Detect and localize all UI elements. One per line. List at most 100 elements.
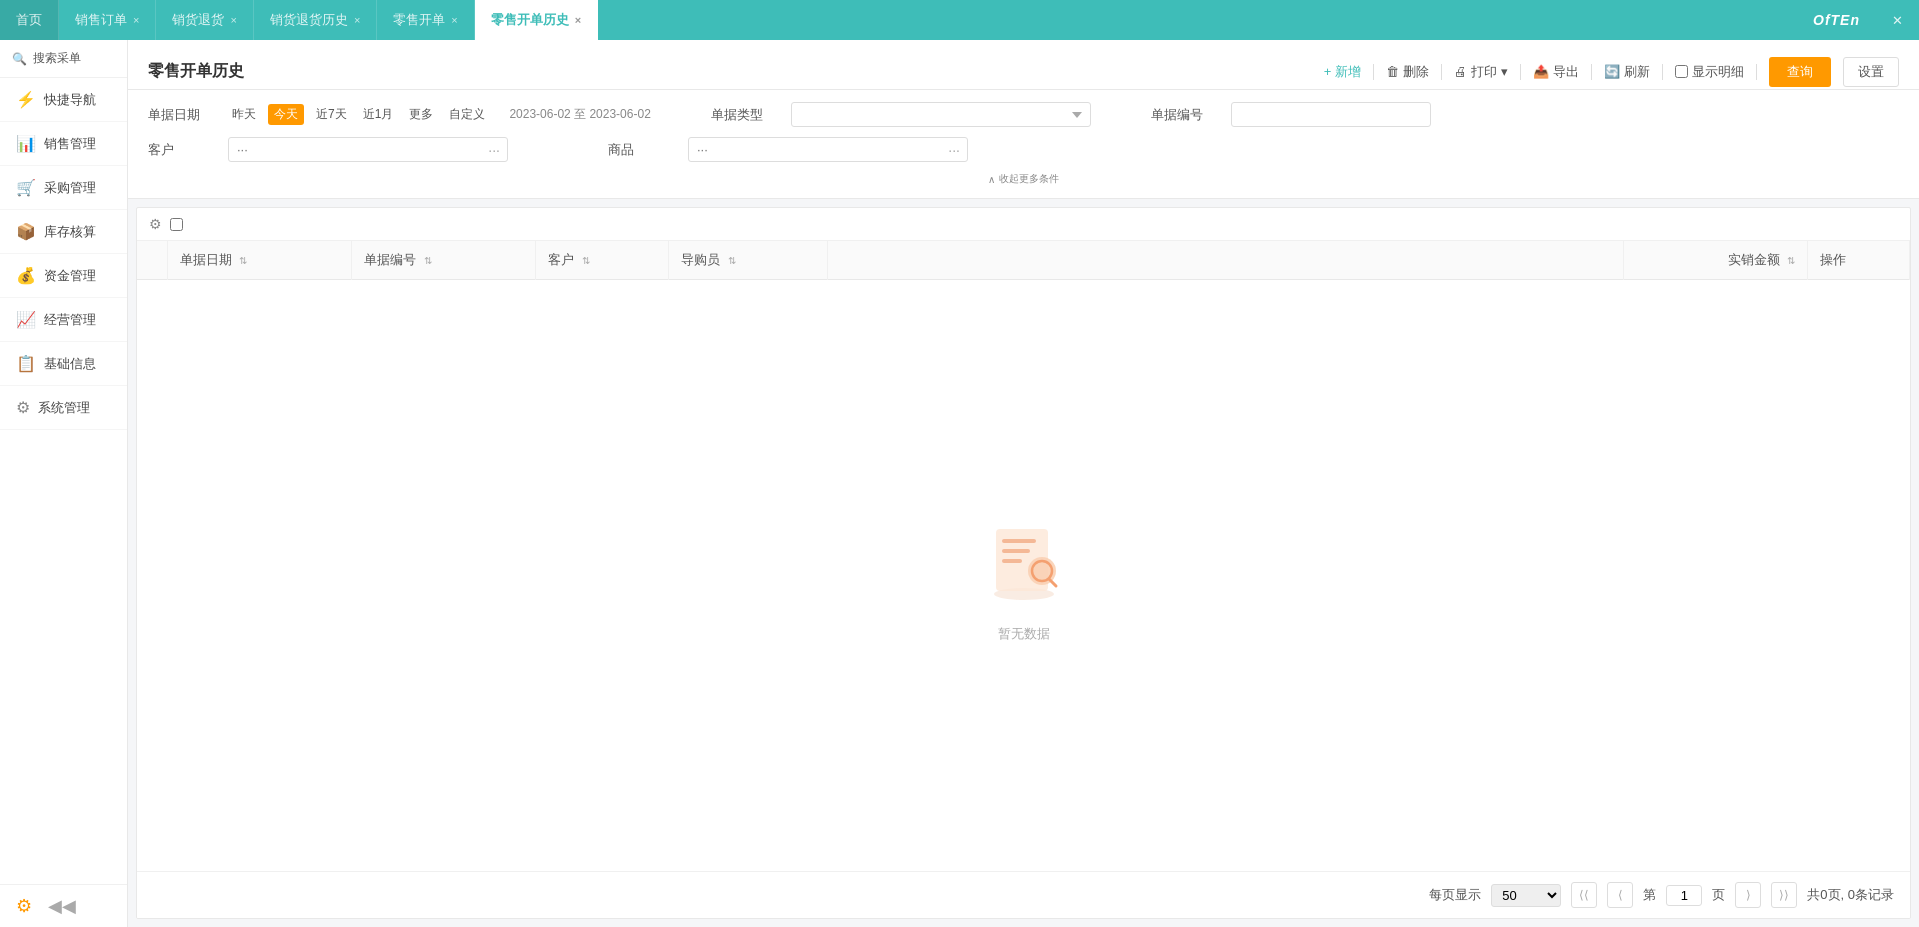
tab-list: 首页 销售订单 × 销货退货 × 销货退货历史 × 零售开单 × 零售开单历史 … (0, 0, 1797, 40)
sidebar-collapse-icon[interactable]: ◀◀ (48, 895, 76, 917)
sales-mgmt-icon: 📊 (16, 134, 36, 153)
sidebar-item-sales-mgmt[interactable]: 📊 销售管理 (0, 122, 127, 166)
th-amount-sort-icon[interactable]: ⇅ (1787, 255, 1795, 266)
th-date-sort-icon[interactable]: ⇅ (239, 255, 247, 266)
doc-type-label: 单据类型 (711, 106, 771, 124)
close-sales-return-history-icon[interactable]: × (354, 14, 360, 26)
search-icon: 🔍 (12, 52, 27, 66)
top-bar: 首页 销售订单 × 销货退货 × 销货退货历史 × 零售开单 × 零售开单历史 … (0, 0, 1919, 40)
date-opt-more[interactable]: 更多 (405, 105, 437, 124)
th-action: 操作 (1808, 241, 1910, 280)
th-customer[interactable]: 客户 ⇅ (536, 241, 669, 280)
pagination-bar: 每页显示 50 100 200 ⟨⟨ ⟨ 第 页 ⟩ ⟩⟩ 共0页, 0条记录 (137, 871, 1910, 918)
refresh-label: 刷新 (1624, 63, 1650, 81)
next-page-button[interactable]: ⟩ (1735, 882, 1761, 908)
th-salesperson[interactable]: 导购员 ⇅ (669, 241, 828, 280)
close-sales-return-icon[interactable]: × (230, 14, 236, 26)
query-button[interactable]: 查询 (1769, 57, 1831, 87)
doc-type-select[interactable] (791, 102, 1091, 127)
table-settings-icon[interactable]: ⚙ (149, 216, 162, 232)
tab-sales-order[interactable]: 销售订单 × (59, 0, 156, 40)
purchase-mgmt-icon: 🛒 (16, 178, 36, 197)
page-actions: + 新增 🗑 删除 🖨 打印 ▾ 📤 导出 (1324, 57, 1899, 87)
sidebar-item-basic-info[interactable]: 📋 基础信息 (0, 342, 127, 386)
date-options: 昨天 今天 近7天 近1月 更多 自定义 (228, 104, 489, 125)
sidebar-item-inventory[interactable]: 📦 库存核算 (0, 210, 127, 254)
page-size-label: 每页显示 (1429, 886, 1481, 904)
page-word: 第 (1643, 886, 1656, 904)
tab-retail-open-history-label: 零售开单历史 (491, 11, 569, 29)
sidebar-item-quick-nav-label: 快捷导航 (44, 91, 96, 109)
last-page-button[interactable]: ⟩⟩ (1771, 882, 1797, 908)
filter-settings-button[interactable]: 设置 (1843, 57, 1899, 87)
customer-input[interactable] (228, 137, 508, 162)
divider-2 (1441, 64, 1442, 80)
delete-button[interactable]: 🗑 删除 (1386, 63, 1429, 81)
main-layout: 🔍 搜索采单 ⚡ 快捷导航 📊 销售管理 🛒 采购管理 📦 库存核算 💰 资金管… (0, 40, 1919, 927)
th-salesperson-sort-icon[interactable]: ⇅ (728, 255, 736, 266)
tab-home[interactable]: 首页 (0, 0, 59, 40)
divider-4 (1591, 64, 1592, 80)
table-header-row: 单据日期 ⇅ 单据编号 ⇅ 客户 ⇅ 导购员 ⇅ (137, 241, 1910, 280)
date-opt-today[interactable]: 今天 (268, 104, 304, 125)
sidebar-footer: ⚙ ◀◀ (0, 884, 127, 927)
sys-mgmt-icon: ⚙ (16, 398, 30, 417)
close-retail-open-icon[interactable]: × (451, 14, 457, 26)
date-opt-7days[interactable]: 近7天 (312, 105, 351, 124)
content-area: 零售开单历史 + 新增 🗑 删除 🖨 打印 ▾ 📤 导出 (128, 40, 1919, 927)
prev-page-button[interactable]: ⟨ (1607, 882, 1633, 908)
goods-input[interactable] (688, 137, 968, 162)
tab-sales-return-history[interactable]: 销货退货历史 × (254, 0, 377, 40)
date-opt-custom[interactable]: 自定义 (445, 105, 489, 124)
add-button[interactable]: + 新增 (1324, 63, 1361, 81)
sidebar-item-purchase-mgmt[interactable]: 🛒 采购管理 (0, 166, 127, 210)
th-date[interactable]: 单据日期 ⇅ (167, 241, 351, 280)
empty-text: 暂无数据 (998, 625, 1050, 643)
date-label: 单据日期 (148, 106, 208, 124)
th-customer-sort-icon[interactable]: ⇅ (582, 255, 590, 266)
customer-more-icon[interactable]: ··· (488, 142, 500, 158)
first-page-button[interactable]: ⟨⟨ (1571, 882, 1597, 908)
th-no[interactable]: 单据编号 ⇅ (351, 241, 535, 280)
tab-retail-open[interactable]: 零售开单 × (377, 0, 474, 40)
date-opt-1month[interactable]: 近1月 (359, 105, 398, 124)
window-close-icon[interactable]: ✕ (1892, 13, 1903, 28)
show-detail-checkbox[interactable] (1675, 65, 1688, 78)
tab-retail-open-history[interactable]: 零售开单历史 × (475, 0, 598, 40)
th-date-label: 单据日期 (180, 252, 232, 267)
divider-1 (1373, 64, 1374, 80)
customer-label: 客户 (148, 141, 208, 159)
print-icon: 🖨 (1454, 64, 1467, 79)
sidebar-item-operations[interactable]: 📈 经营管理 (0, 298, 127, 342)
sidebar-item-sys-mgmt[interactable]: ⚙ 系统管理 (0, 386, 127, 430)
page-label: 页 (1712, 886, 1725, 904)
sidebar-item-operations-label: 经营管理 (44, 311, 96, 329)
table-area: ⚙ 单据日期 ⇅ 单据编号 ⇅ (136, 207, 1911, 919)
delete-icon: 🗑 (1386, 64, 1399, 79)
print-button[interactable]: 🖨 打印 ▾ (1454, 63, 1508, 81)
tab-sales-return[interactable]: 销货退货 × (156, 0, 253, 40)
table-toolbar: ⚙ (137, 208, 1910, 241)
tab-sales-order-label: 销售订单 (75, 11, 127, 29)
goods-more-icon[interactable]: ··· (948, 142, 960, 158)
sidebar-search[interactable]: 🔍 搜索采单 (0, 40, 127, 78)
current-page-input[interactable] (1666, 885, 1702, 906)
collapse-button[interactable]: ∧ 收起更多条件 (148, 172, 1899, 186)
page-size-select[interactable]: 50 100 200 (1491, 884, 1561, 907)
select-all-checkbox[interactable] (170, 218, 183, 231)
date-opt-yesterday[interactable]: 昨天 (228, 105, 260, 124)
settings-gear-icon[interactable]: ⚙ (16, 895, 32, 917)
refresh-button[interactable]: 🔄 刷新 (1604, 63, 1650, 81)
th-salesperson-label: 导购员 (681, 252, 720, 267)
show-detail-checkbox-label[interactable]: 显示明细 (1675, 63, 1744, 81)
export-button[interactable]: 📤 导出 (1533, 63, 1579, 81)
th-customer-label: 客户 (548, 252, 574, 267)
th-no-sort-icon[interactable]: ⇅ (424, 255, 432, 266)
close-retail-open-history-icon[interactable]: × (575, 14, 581, 26)
doc-no-input[interactable] (1231, 102, 1431, 127)
close-sales-order-icon[interactable]: × (133, 14, 139, 26)
th-amount[interactable]: 实销金额 ⇅ (1623, 241, 1807, 280)
sidebar-item-finance[interactable]: 💰 资金管理 (0, 254, 127, 298)
customer-input-wrap: ··· (228, 137, 508, 162)
sidebar-item-quick-nav[interactable]: ⚡ 快捷导航 (0, 78, 127, 122)
